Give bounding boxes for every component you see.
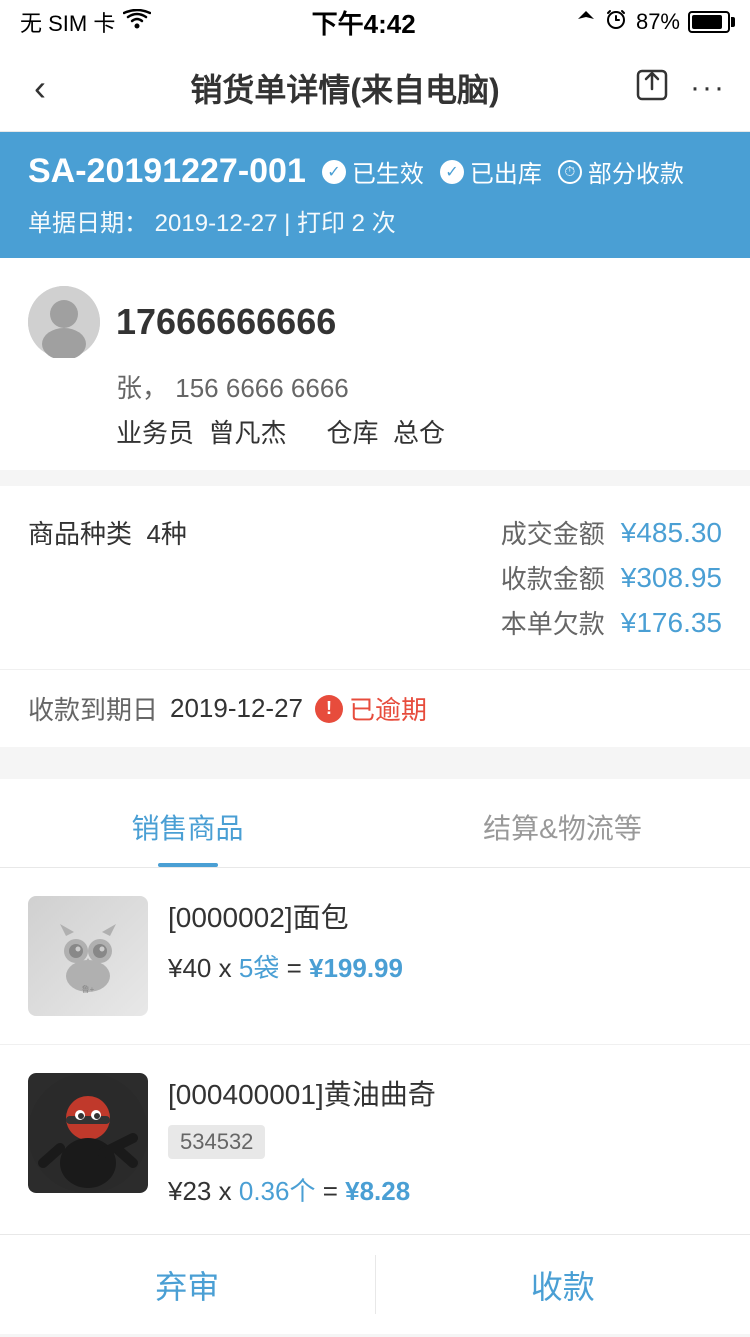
wifi-icon xyxy=(123,9,151,35)
warehouse-info: 仓库 总仓 xyxy=(326,413,444,450)
transaction-amount-row: 成交金额 ¥485.30 xyxy=(501,514,722,551)
customer-meta: 业务员 曾凡杰 仓库 总仓 xyxy=(116,413,722,450)
overdue-text: 已逾期 xyxy=(349,690,427,727)
status-bar: 无 SIM 卡 下午4:42 87 xyxy=(0,0,750,44)
product-thumbnail-1: 鲁+ xyxy=(28,896,148,1016)
product-qty-2: 0.36个 xyxy=(239,1176,316,1206)
carrier-text: 无 SIM 卡 xyxy=(20,6,115,38)
overdue-icon: ! xyxy=(315,695,343,723)
owed-amount-label: 本单欠款 xyxy=(501,604,605,641)
stats-right: 成交金额 ¥485.30 收款金额 ¥308.95 本单欠款 ¥176.35 xyxy=(501,514,722,641)
battery-icon xyxy=(688,11,730,33)
product-image-2 xyxy=(28,1073,148,1193)
status-shipped: ✓ 已出库 xyxy=(440,154,542,189)
customer-section: 17666666666 张， 156 6666 6666 业务员 曾凡杰 仓库 … xyxy=(0,258,750,470)
product-info-1: [0000002]面包 ¥40 x 5袋 = ¥199.99 xyxy=(168,896,722,985)
due-section: 收款到期日 2019-12-27 ! 已逾期 xyxy=(0,669,750,747)
due-label: 收款到期日 xyxy=(28,690,158,727)
customer-name: 张， xyxy=(116,373,168,403)
status-left: 无 SIM 卡 xyxy=(20,6,151,38)
order-header: SA-20191227-001 ✓ 已生效 ✓ 已出库 ⏱ 部分收款 单据日期：… xyxy=(0,132,750,258)
page-title: 销货单详情(来自电脑) xyxy=(56,65,634,111)
received-amount-label: 收款金额 xyxy=(501,559,605,596)
product-placeholder-1: 鲁+ xyxy=(28,896,148,1016)
product-qty-1: 5袋 xyxy=(239,953,279,983)
order-date: 2019-12-27 xyxy=(155,210,278,237)
alarm-icon xyxy=(604,7,628,37)
product-price-2: ¥23 x 0.36个 = ¥8.28 xyxy=(168,1171,722,1208)
order-id: SA-20191227-001 xyxy=(28,152,306,191)
svg-text:鲁+: 鲁+ xyxy=(82,984,95,994)
warehouse-value: 总仓 xyxy=(393,418,445,448)
product-unit-price-1: ¥40 xyxy=(168,953,211,983)
owed-amount-value: ¥176.35 xyxy=(621,607,722,639)
warehouse-label: 仓库 xyxy=(326,418,378,448)
product-total-1: ¥199.99 xyxy=(309,953,403,983)
tabs-row: 销售商品 结算&物流等 xyxy=(0,779,750,867)
product-tag-2: 534532 xyxy=(168,1125,265,1159)
customer-detail: 张， 156 6666 6666 xyxy=(116,368,722,405)
confirm-button[interactable]: 收款 xyxy=(376,1235,750,1334)
tab-settlement-logistics[interactable]: 结算&物流等 xyxy=(375,779,750,867)
product-name-1: [0000002]面包 xyxy=(168,896,722,936)
product-thumbnail-2 xyxy=(28,1073,148,1193)
product-info-2: [000400001]黄油曲奇 534532 ¥23 x 0.36个 = ¥8.… xyxy=(168,1073,722,1208)
stats-left: 商品种类 4种 xyxy=(28,514,187,551)
products-section: 鲁+ [0000002]面包 ¥40 x 5袋 = ¥199.99 xyxy=(0,868,750,1237)
product-types-label: 商品种类 xyxy=(28,519,132,549)
divider-2 xyxy=(0,747,750,763)
product-total-2: ¥8.28 xyxy=(345,1176,410,1206)
salesperson-info: 业务员 曾凡杰 xyxy=(116,413,286,450)
product-types: 商品种类 4种 xyxy=(28,514,187,551)
received-amount-value: ¥308.95 xyxy=(621,562,722,594)
transaction-amount-value: ¥485.30 xyxy=(621,517,722,549)
avatar xyxy=(28,286,100,358)
location-icon xyxy=(576,9,596,35)
more-button[interactable]: ··· xyxy=(690,71,726,105)
status-partial-paid: ⏱ 部分收款 xyxy=(558,154,684,189)
cancel-button[interactable]: 弃审 xyxy=(0,1235,375,1334)
back-button[interactable]: ‹ xyxy=(24,57,56,119)
owed-amount-row: 本单欠款 ¥176.35 xyxy=(501,604,722,641)
share-button[interactable] xyxy=(634,67,670,108)
stats-section: 商品种类 4种 成交金额 ¥485.30 收款金额 ¥308.95 本单欠款 ¥… xyxy=(0,486,750,669)
product-types-value: 4种 xyxy=(146,519,186,549)
overdue-badge: ! 已逾期 xyxy=(315,690,427,727)
transaction-amount-label: 成交金额 xyxy=(501,514,605,551)
clock-icon: ⏱ xyxy=(558,160,582,184)
tab-sales-products[interactable]: 销售商品 xyxy=(0,779,375,867)
list-item: 鲁+ [0000002]面包 ¥40 x 5袋 = ¥199.99 xyxy=(0,868,750,1045)
check-icon-2: ✓ xyxy=(440,160,464,184)
order-date-row: 单据日期： 2019-12-27 | 打印 2 次 xyxy=(28,203,722,238)
customer-row: 17666666666 xyxy=(28,286,722,358)
product-unit-price-2: ¥23 xyxy=(168,1176,211,1206)
date-label: 单据日期： xyxy=(28,210,148,237)
salesperson-label: 业务员 xyxy=(116,418,194,448)
customer-account-id: 17666666666 xyxy=(116,301,336,343)
tabs-section: 销售商品 结算&物流等 xyxy=(0,779,750,868)
battery-percentage: 87% xyxy=(636,9,680,35)
product-name-2: [000400001]黄油曲奇 xyxy=(168,1073,722,1113)
status-effective: ✓ 已生效 xyxy=(322,154,424,189)
nav-actions: ··· xyxy=(634,67,726,108)
due-date-value: 2019-12-27 xyxy=(170,693,303,724)
order-id-row: SA-20191227-001 ✓ 已生效 ✓ 已出库 ⏱ 部分收款 xyxy=(28,152,722,191)
divider-1 xyxy=(0,470,750,486)
print-info: | 打印 2 次 xyxy=(284,210,396,237)
nav-bar: ‹ 销货单详情(来自电脑) ··· xyxy=(0,44,750,132)
bottom-bar: 弃审 收款 xyxy=(0,1234,750,1334)
received-amount-row: 收款金额 ¥308.95 xyxy=(501,559,722,596)
salesperson-value: 曾凡杰 xyxy=(208,418,286,448)
check-icon-1: ✓ xyxy=(322,160,346,184)
status-right: 87% xyxy=(576,7,730,37)
product-price-1: ¥40 x 5袋 = ¥199.99 xyxy=(168,948,722,985)
list-item: [000400001]黄油曲奇 534532 ¥23 x 0.36个 = ¥8.… xyxy=(0,1045,750,1237)
stats-row: 商品种类 4种 成交金额 ¥485.30 收款金额 ¥308.95 本单欠款 ¥… xyxy=(28,514,722,641)
status-time: 下午4:42 xyxy=(312,4,416,41)
customer-phone: 156 6666 6666 xyxy=(175,373,349,403)
